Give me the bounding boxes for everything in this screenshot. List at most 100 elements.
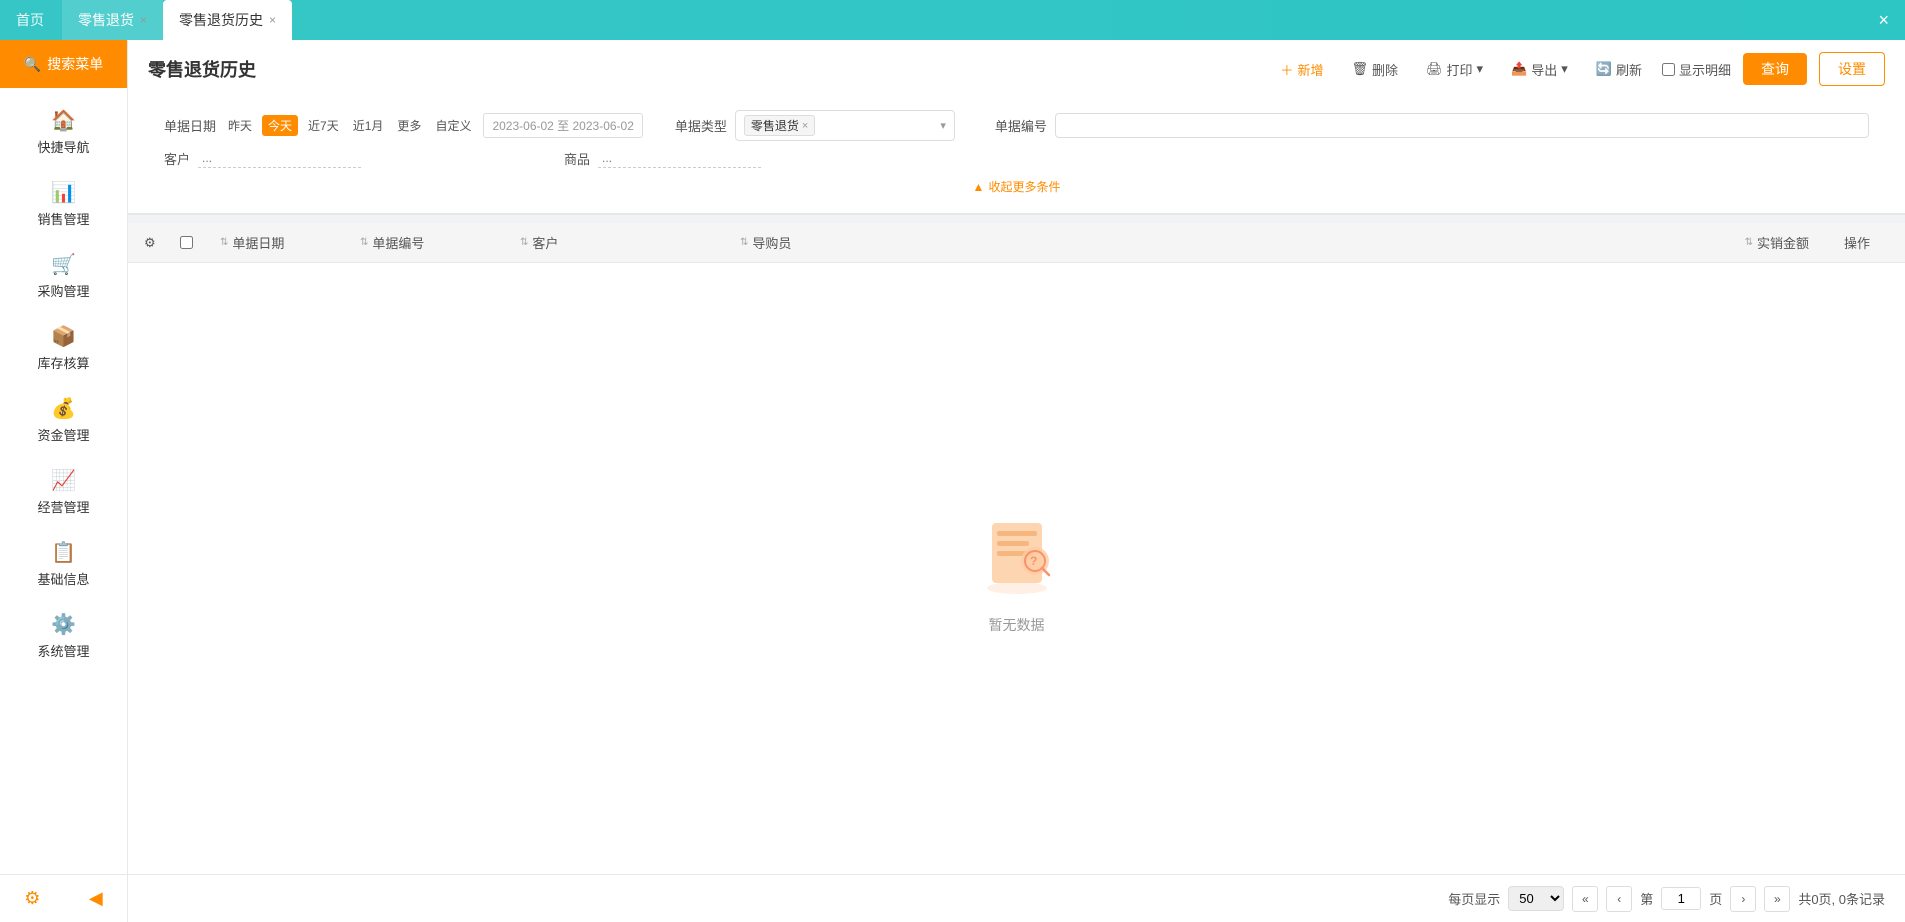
export-button[interactable]: 📤 导出 ▾	[1503, 56, 1576, 83]
settings-bottom-icon[interactable]: ⚙	[24, 888, 40, 909]
new-button[interactable]: ＋ 新增	[1272, 56, 1331, 83]
date-opt-more[interactable]: 更多	[393, 115, 425, 136]
filter-row-1: 单据日期 昨天 今天 近7天 近1月 更多 自定义 2023-06-02 至 2…	[148, 106, 1885, 145]
refresh-button[interactable]: 🔄 刷新	[1588, 56, 1650, 83]
next-page-button[interactable]: ›	[1730, 886, 1756, 912]
sidebar-item-purchase[interactable]: 🛒 采购管理	[0, 240, 127, 312]
date-range-display[interactable]: 2023-06-02 至 2023-06-02	[483, 113, 642, 138]
sidebar-item-sales[interactable]: 📊 销售管理	[0, 168, 127, 240]
table-body: ? 暂无数据	[128, 263, 1905, 874]
date-opt-1month[interactable]: 近1月	[349, 115, 388, 136]
number-filter-label: 单据编号	[995, 116, 1047, 135]
tab-retail-return-close[interactable]: ×	[140, 13, 147, 27]
first-page-button[interactable]: «	[1572, 886, 1598, 912]
collapse-up-icon: ▲	[973, 180, 985, 194]
goods-filter-label: 商品	[564, 149, 590, 168]
date-opt-7days[interactable]: 近7天	[304, 115, 343, 136]
pagination: 每页显示 50 20 100 « ‹ 第 页 › » 共0页, 0条记录	[128, 874, 1905, 922]
close-window-button[interactable]: ×	[1878, 10, 1889, 31]
display-checkbox[interactable]	[1662, 63, 1675, 76]
last-page-button[interactable]: »	[1764, 886, 1790, 912]
sidebar-item-operation[interactable]: 📈 经营管理	[0, 456, 127, 528]
sort-customer-icon[interactable]: ⇅	[520, 238, 528, 248]
system-icon: ⚙️	[51, 612, 76, 637]
query-button[interactable]: 查询	[1743, 53, 1807, 85]
sidebar-item-label-finance: 资金管理	[37, 425, 89, 444]
th-amount-label: 实销金额	[1757, 233, 1809, 252]
th-date: ⇅ 单据日期	[212, 233, 352, 252]
remove-type-tag[interactable]: ×	[802, 120, 808, 132]
per-page-label: 每页显示	[1448, 889, 1500, 908]
select-all-checkbox[interactable]	[180, 236, 193, 249]
prev-page-button[interactable]: ‹	[1606, 886, 1632, 912]
filter-divider: ▲ 收起更多条件	[148, 172, 1885, 209]
sidebar-item-label-purchase: 采购管理	[37, 281, 89, 300]
plus-icon: ＋	[1280, 60, 1293, 79]
selected-type-tag: 零售退货 ×	[744, 115, 815, 136]
th-settings[interactable]: ⚙	[136, 235, 172, 251]
goods-input[interactable]	[598, 149, 761, 168]
sort-number-icon[interactable]: ⇅	[360, 238, 368, 248]
page-label: 第	[1640, 889, 1653, 908]
table-settings-icon[interactable]: ⚙	[144, 235, 156, 251]
refresh-label: 刷新	[1616, 60, 1642, 79]
date-opt-custom[interactable]: 自定义	[431, 115, 475, 136]
delete-button[interactable]: 🗑 删除	[1343, 56, 1406, 83]
tab-retail-return[interactable]: 零售退货 ×	[62, 0, 163, 40]
sidebar-item-system[interactable]: ⚙️ 系统管理	[0, 600, 127, 672]
sidebar-item-quick-nav[interactable]: 🏠 快捷导航	[0, 96, 127, 168]
th-guide: ⇅ 导购员	[732, 233, 1697, 252]
tab-retail-return-label: 零售退货	[78, 10, 134, 30]
sidebar: 🔍 搜索菜单 🏠 快捷导航 📊 销售管理 🛒 采购管理 📦 库存核算 💰	[0, 40, 128, 922]
sort-guide-icon[interactable]: ⇅	[740, 238, 748, 248]
print-button[interactable]: 🖨 打印 ▾	[1418, 56, 1491, 83]
type-filter-label: 单据类型	[675, 116, 727, 135]
number-input[interactable]	[1055, 113, 1869, 138]
type-select[interactable]: 零售退货 × ▾	[735, 110, 955, 141]
sidebar-item-label-inventory: 库存核算	[37, 353, 89, 372]
sidebar-item-finance[interactable]: 💰 资金管理	[0, 384, 127, 456]
filter-type-item: 单据类型 零售退货 × ▾	[659, 110, 979, 141]
date-opt-yesterday[interactable]: 昨天	[224, 115, 256, 136]
date-opt-today[interactable]: 今天	[262, 115, 298, 136]
date-filter-label: 单据日期	[164, 116, 216, 135]
inventory-icon: 📦	[51, 324, 76, 349]
table-area: ⚙ ⇅ 单据日期 ⇅ 单据编号 ⇅ 客户 ⇅	[128, 223, 1905, 874]
sidebar-item-label-sales: 销售管理	[37, 209, 89, 228]
filter-area: 单据日期 昨天 今天 近7天 近1月 更多 自定义 2023-06-02 至 2…	[148, 98, 1885, 213]
sidebar-item-label-operation: 经营管理	[37, 497, 89, 516]
sidebar-item-inventory[interactable]: 📦 库存核算	[0, 312, 127, 384]
export-chevron-icon: ▾	[1561, 61, 1568, 77]
customer-input[interactable]	[198, 149, 361, 168]
search-menu-button[interactable]: 🔍 搜索菜单	[0, 40, 127, 88]
filter-customer-item: 客户	[148, 149, 548, 168]
basic-info-icon: 📋	[51, 540, 76, 565]
sidebar-item-basic-info[interactable]: 📋 基础信息	[0, 528, 127, 600]
date-options: 昨天 今天 近7天 近1月 更多 自定义	[224, 115, 475, 136]
th-op: 操作	[1817, 233, 1897, 252]
sidebar-item-label-system: 系统管理	[37, 641, 89, 660]
settings-button[interactable]: 设置	[1819, 52, 1885, 86]
sidebar-item-label-basic-info: 基础信息	[37, 569, 89, 588]
tab-list: 首页 零售退货 × 零售退货历史 ×	[0, 0, 1878, 40]
tab-retail-return-history[interactable]: 零售退货历史 ×	[163, 0, 292, 40]
operation-icon: 📈	[51, 468, 76, 493]
sort-amount-icon[interactable]: ⇅	[1745, 238, 1753, 248]
total-info: 共0页, 0条记录	[1798, 889, 1885, 908]
per-page-select[interactable]: 50 20 100	[1508, 886, 1564, 911]
expand-icon[interactable]: ◀	[89, 888, 103, 909]
th-customer-label: 客户	[532, 233, 558, 252]
tab-retail-return-history-close[interactable]: ×	[269, 13, 276, 27]
tab-home[interactable]: 首页	[0, 0, 60, 40]
filter-wrapper: 零售退货历史 ＋ 新增 🗑 删除 🖨 打印 ▾	[128, 40, 1905, 215]
filter-row-2: 客户 商品	[148, 145, 1885, 172]
toolbar: ＋ 新增 🗑 删除 🖨 打印 ▾ 📤	[1272, 52, 1885, 86]
filter-number-item: 单据编号	[979, 113, 1885, 138]
main-layout: 🔍 搜索菜单 🏠 快捷导航 📊 销售管理 🛒 采购管理 📦 库存核算 💰	[0, 40, 1905, 922]
sort-date-icon[interactable]: ⇅	[220, 238, 228, 248]
collapse-label: 收起更多条件	[988, 178, 1060, 195]
collapse-button[interactable]: ▲ 收起更多条件	[973, 174, 1061, 203]
finance-icon: 💰	[51, 396, 76, 421]
page-input[interactable]	[1661, 887, 1701, 910]
search-icon: 🔍	[24, 56, 41, 73]
